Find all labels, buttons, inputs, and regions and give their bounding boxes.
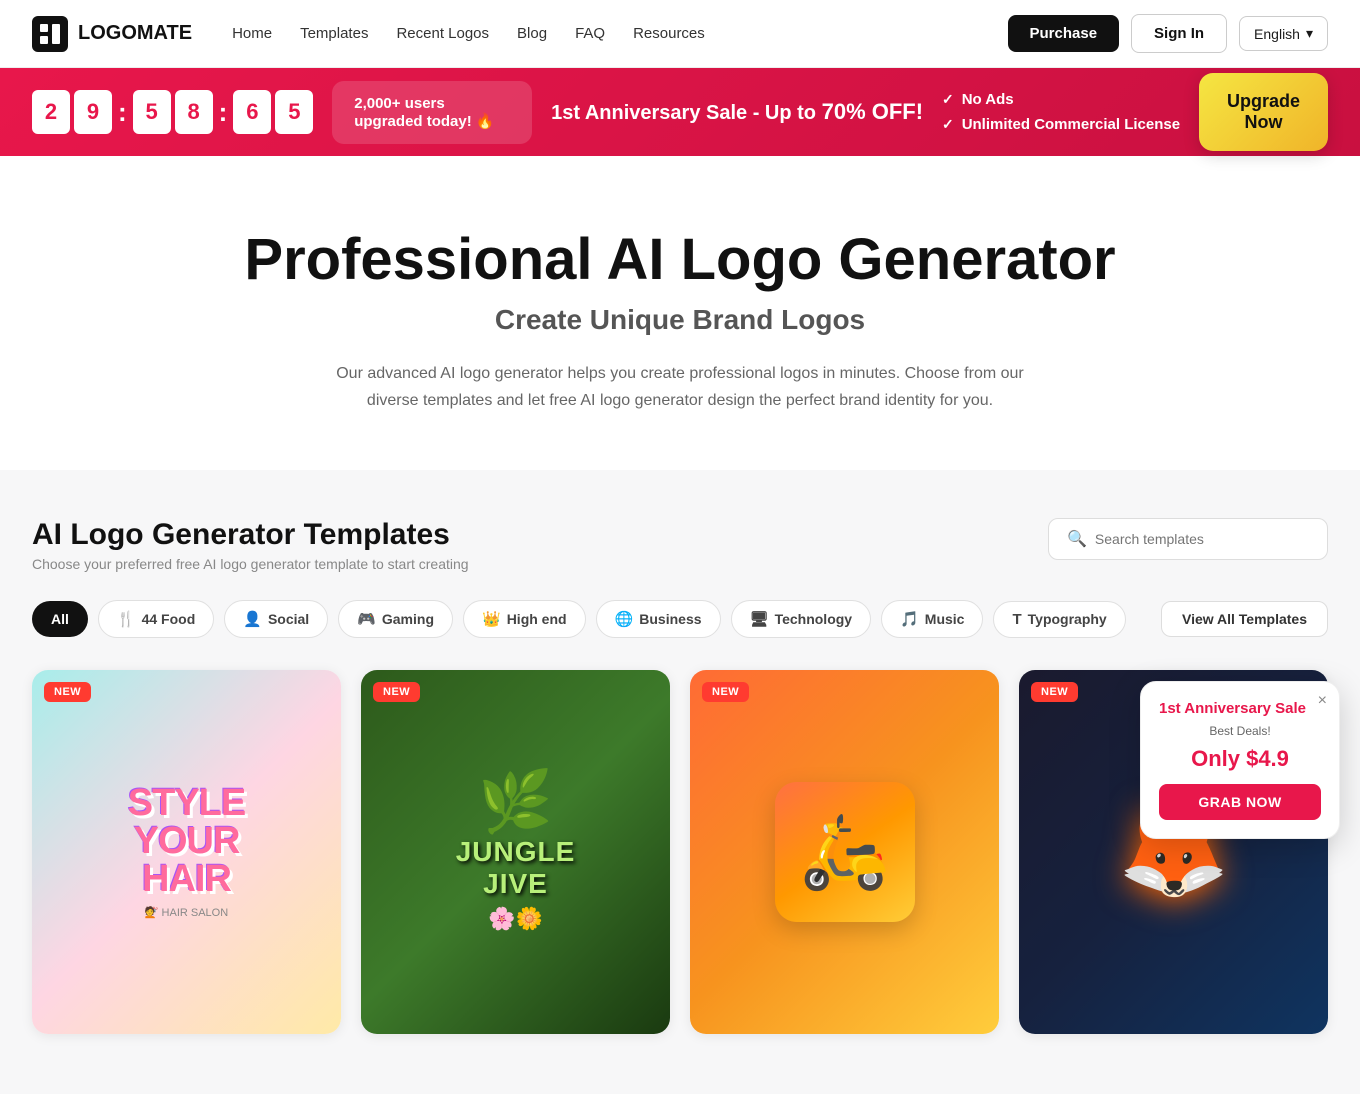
filter-tabs: All 🍴 44 Food 👤 Social 🎮 Gaming 👑 High e… [32,600,1328,638]
purchase-button[interactable]: Purchase [1008,15,1120,52]
filter-high-end[interactable]: 👑 High end [463,600,586,638]
search-icon: 🔍 [1067,529,1087,549]
banner-sale-text: 1st Anniversary Sale - Up to 70% OFF! [551,99,923,125]
nav-resources[interactable]: Resources [633,25,705,42]
filter-all[interactable]: All [32,601,88,637]
nav-faq[interactable]: FAQ [575,25,605,42]
timer-digit-2: 9 [74,90,112,134]
popup-price: Only $4.9 [1159,746,1321,772]
filter-high-end-label: High end [507,611,567,627]
template-card-3[interactable]: 🛵 NEW [690,670,999,1034]
templates-subtitle: Choose your preferred free AI logo gener… [32,556,469,572]
template-card-2[interactable]: 🌿 JUNGLEJIVE 🌸🌼 NEW [361,670,670,1034]
logo-text: LOGOMATE [78,22,192,45]
badge-new-2: NEW [373,682,420,702]
popup-subtitle: Best Deals! [1159,724,1321,738]
social-icon: 👤 [243,610,262,628]
card-art-1: STYLEYOURHAIR 💇 HAIR SALON [32,670,341,1034]
filter-technology-label: Technology [775,611,853,627]
nav-templates[interactable]: Templates [300,25,368,42]
filter-gaming-label: Gaming [382,611,434,627]
templates-title-block: AI Logo Generator Templates Choose your … [32,518,469,572]
timer-digit-3: 5 [133,90,171,134]
navbar-right: Purchase Sign In English ▾ [1008,14,1329,53]
grab-now-button[interactable]: GRAB NOW [1159,784,1321,820]
nav-links: Home Templates Recent Logos Blog FAQ Res… [232,25,705,42]
feature-commercial: ✓ Unlimited Commercial License [942,116,1180,133]
badge-new-3: NEW [702,682,749,702]
popup-close-button[interactable]: × [1318,692,1327,710]
chevron-down-icon: ▾ [1306,25,1313,42]
language-label: English [1254,26,1300,42]
timer-colon-1: : [116,97,129,128]
card-art-2: 🌿 JUNGLEJIVE 🌸🌼 [361,670,670,1034]
timer-digit-5: 6 [233,90,271,134]
hero-description: Our advanced AI logo generator helps you… [320,360,1040,414]
filter-music-label: Music [925,611,965,627]
feature-commercial-label: Unlimited Commercial License [962,116,1180,133]
badge-new-4: NEW [1031,682,1078,702]
banner-users-text: 2,000+ users upgraded today! 🔥 [332,81,532,144]
nav-blog[interactable]: Blog [517,25,547,42]
timer-digit-6: 5 [275,90,313,134]
search-box[interactable]: 🔍 [1048,518,1328,560]
check-icon-2: ✓ [942,116,954,133]
upgrade-button[interactable]: UpgradeNow [1199,73,1328,151]
card-art-3: 🛵 [690,670,999,1034]
templates-header: AI Logo Generator Templates Choose your … [32,518,1328,572]
popup-title: 1st Anniversary Sale [1159,700,1321,718]
filter-business-label: Business [639,611,701,627]
timer-digit-4: 8 [175,90,213,134]
filter-music[interactable]: 🎵 Music [881,600,983,638]
food-icon: 🍴 [117,610,136,628]
filter-food[interactable]: 🍴 44 Food [98,600,214,638]
banner-sale-highlight: 70% OFF! [822,99,923,124]
filter-business[interactable]: 🌐 Business [596,600,721,638]
navbar: LOGOMATE Home Templates Recent Logos Blo… [0,0,1360,68]
feature-no-ads-label: No Ads [962,91,1014,108]
high-end-icon: 👑 [482,610,501,628]
navbar-left: LOGOMATE Home Templates Recent Logos Blo… [32,16,705,52]
promo-banner: 2 9 : 5 8 : 6 5 2,000+ users upgraded to… [0,68,1360,156]
check-icon-1: ✓ [942,91,954,108]
view-all-button[interactable]: View All Templates [1161,601,1328,637]
feature-no-ads: ✓ No Ads [942,91,1180,108]
hero-subtitle: Create Unique Brand Logos [32,304,1328,336]
templates-title: AI Logo Generator Templates [32,518,469,552]
music-icon: 🎵 [900,610,919,628]
search-input[interactable] [1095,531,1309,547]
countdown-timer: 2 9 : 5 8 : 6 5 [32,90,313,134]
card-3-icon: 🛵 [800,809,890,894]
typography-icon: T [1012,611,1021,628]
filter-social[interactable]: 👤 Social [224,600,328,638]
hero-section: Professional AI Logo Generator Create Un… [0,156,1360,470]
gaming-icon: 🎮 [357,610,376,628]
template-grid: STYLEYOURHAIR 💇 HAIR SALON NEW 🌿 JUNGLEJ… [32,670,1328,1034]
template-card-1[interactable]: STYLEYOURHAIR 💇 HAIR SALON NEW [32,670,341,1034]
filter-typography-label: Typography [1028,611,1107,627]
technology-icon: 🖥 [750,610,769,628]
badge-new-1: NEW [44,682,91,702]
filter-food-label: 44 Food [142,611,196,627]
filter-technology[interactable]: 🖥 Technology [731,600,872,638]
anniversary-popup: × 1st Anniversary Sale Best Deals! Only … [1140,681,1340,839]
business-icon: 🌐 [615,610,634,628]
logo-icon [32,16,68,52]
hero-title: Professional AI Logo Generator [32,228,1328,292]
filter-typography[interactable]: T Typography [993,601,1125,638]
language-selector[interactable]: English ▾ [1239,16,1328,51]
logo[interactable]: LOGOMATE [32,16,192,52]
filter-social-label: Social [268,611,309,627]
nav-home[interactable]: Home [232,25,272,42]
signin-button[interactable]: Sign In [1131,14,1227,53]
filter-gaming[interactable]: 🎮 Gaming [338,600,453,638]
banner-sale-prefix: 1st Anniversary Sale - Up to [551,102,821,124]
banner-features: ✓ No Ads ✓ Unlimited Commercial License [942,91,1180,133]
nav-recent-logos[interactable]: Recent Logos [396,25,489,42]
timer-digit-1: 2 [32,90,70,134]
timer-colon-2: : [217,97,230,128]
